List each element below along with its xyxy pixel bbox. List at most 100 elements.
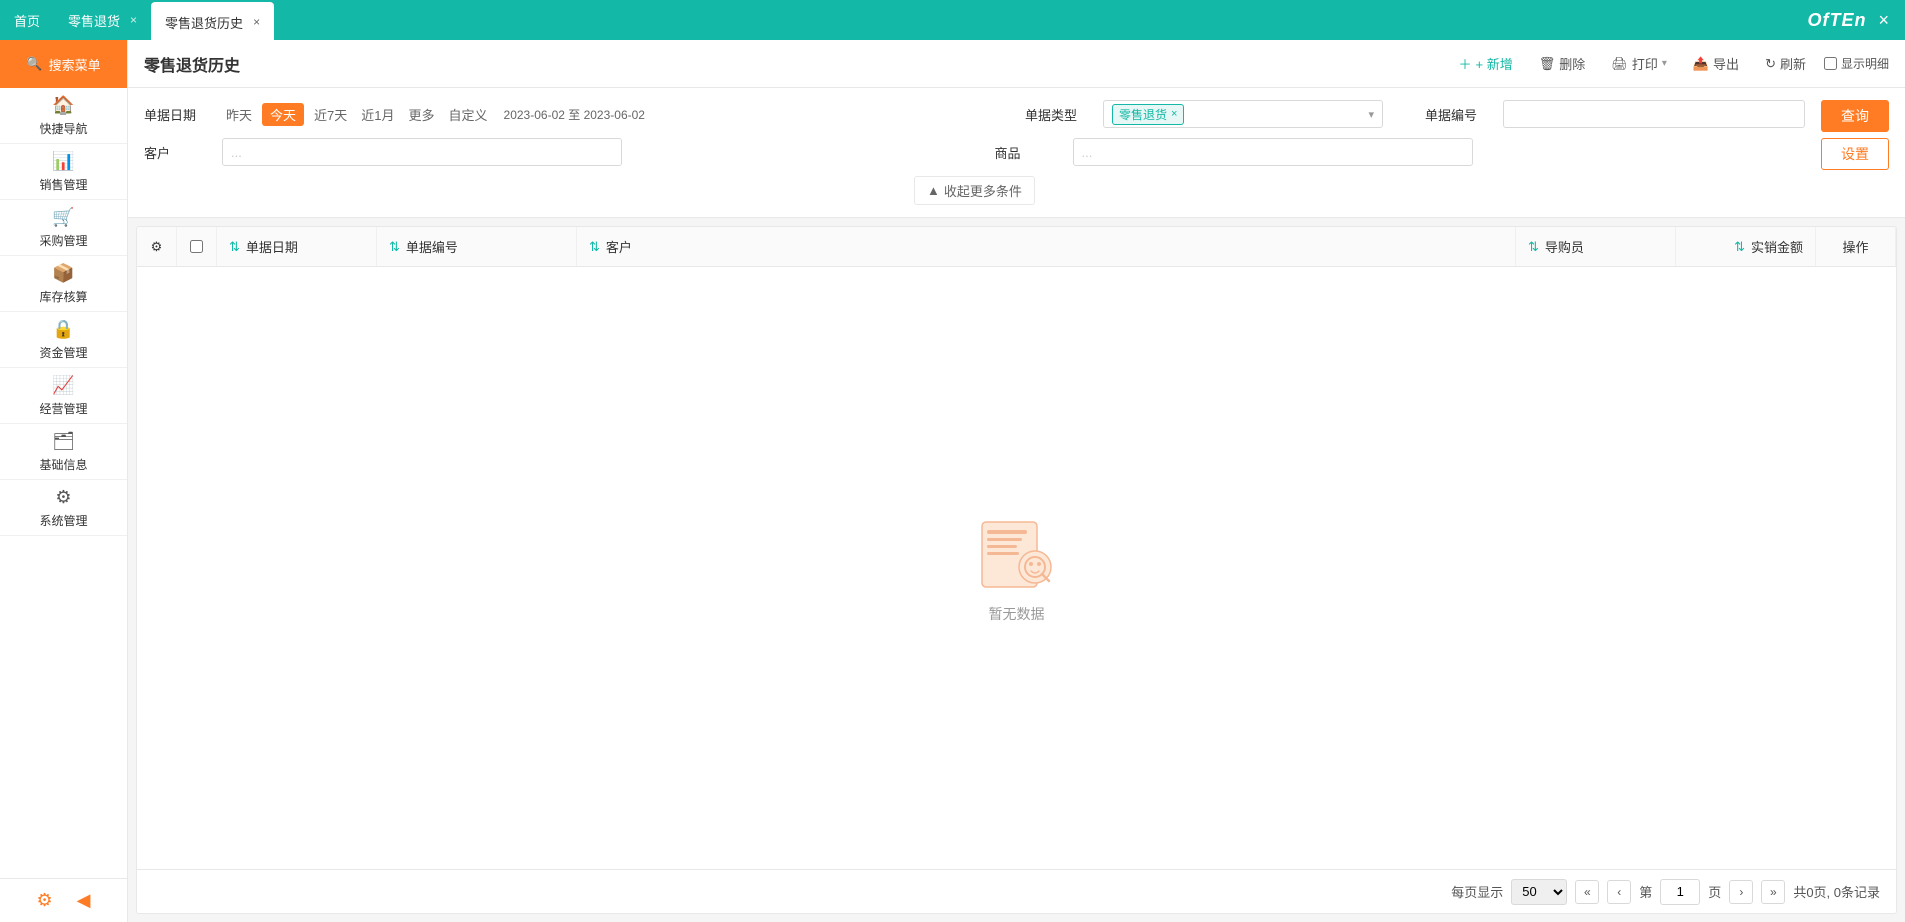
collapse-sidebar-icon[interactable]: ◀ bbox=[77, 890, 91, 911]
date-7days[interactable]: 近7天 bbox=[310, 104, 351, 125]
customer-input[interactable]: ... bbox=[222, 138, 622, 166]
retail-return-history-tab-label: 零售退货历史 bbox=[165, 13, 243, 32]
tab-retail-return[interactable]: 零售退货 × bbox=[54, 0, 151, 40]
th-amount-label: 实销金额 bbox=[1751, 237, 1803, 256]
print-icon: 🖨 bbox=[1611, 56, 1628, 72]
sidebar: 🔍 搜索菜单 🏠 快捷导航 📊 销售管理 🛒 采购管理 📦 库存核算 🔒 bbox=[0, 40, 128, 922]
sidebar-nav: 🏠 快捷导航 📊 销售管理 🛒 采购管理 📦 库存核算 🔒 资金管理 📈 bbox=[0, 88, 127, 878]
date-custom[interactable]: 自定义 bbox=[445, 104, 492, 125]
customer-ellipsis: ... bbox=[231, 145, 242, 160]
sidebar-item-finance[interactable]: 🔒 资金管理 bbox=[0, 312, 127, 368]
th-date[interactable]: ⇅ 单据日期 bbox=[217, 227, 377, 266]
voucher-type-select[interactable]: 零售退货 × ▾ bbox=[1103, 100, 1383, 128]
page-input-suffix: 页 bbox=[1708, 882, 1721, 901]
home-tab-label: 首页 bbox=[14, 11, 40, 30]
voucher-no-input[interactable] bbox=[1503, 100, 1805, 128]
last-page-icon: » bbox=[1770, 885, 1777, 899]
sidebar-item-ops[interactable]: 📈 经营管理 bbox=[0, 368, 127, 424]
sidebar-item-quick-nav[interactable]: 🏠 快捷导航 bbox=[0, 88, 127, 144]
retail-return-tab-close[interactable]: × bbox=[130, 13, 137, 27]
collapse-icon: ▲ bbox=[927, 183, 940, 198]
retail-return-tab-label: 零售退货 bbox=[68, 11, 120, 30]
date-yesterday[interactable]: 昨天 bbox=[222, 104, 256, 125]
th-action-label: 操作 bbox=[1842, 237, 1868, 256]
top-bar: 首页 零售退货 × 零售退货历史 × OfTEn × bbox=[0, 0, 1905, 40]
filter-col-goods: 商品 ... bbox=[995, 138, 1806, 166]
sys-icon: ⚙ bbox=[55, 487, 71, 508]
voucher-type-dropdown-arrow: ▾ bbox=[1368, 108, 1374, 121]
next-page-icon: › bbox=[1739, 885, 1743, 899]
show-detail-checkbox-label[interactable]: 显示明细 bbox=[1824, 55, 1889, 72]
basic-info-label: 基础信息 bbox=[39, 456, 87, 473]
pagination: 每页显示 50 10 20 100 « ‹ 第 页 › bbox=[137, 869, 1896, 913]
tab-retail-return-history[interactable]: 零售退货历史 × bbox=[151, 2, 274, 42]
sidebar-bottom: ⚙ ◀ bbox=[0, 878, 127, 922]
first-page-btn[interactable]: « bbox=[1575, 880, 1599, 904]
voucher-type-tag-close[interactable]: × bbox=[1171, 108, 1177, 120]
filter-settings-button[interactable]: 设置 bbox=[1821, 138, 1889, 170]
goods-input[interactable]: ... bbox=[1073, 138, 1473, 166]
sidebar-item-purchase-mgmt[interactable]: 🛒 采购管理 bbox=[0, 200, 127, 256]
filter-row-1: 单据日期 昨天 今天 近7天 近1月 更多 自定义 2023-06-02 至 2… bbox=[144, 100, 1805, 128]
inventory-icon: 📦 bbox=[52, 263, 74, 284]
quick-nav-label: 快捷导航 bbox=[39, 120, 87, 137]
prev-page-btn[interactable]: ‹ bbox=[1607, 880, 1631, 904]
sort-icon-guide: ⇅ bbox=[1528, 239, 1539, 255]
search-icon: 🔍 bbox=[26, 56, 42, 72]
sidebar-item-inventory[interactable]: 📦 库存核算 bbox=[0, 256, 127, 312]
th-customer-label: 客户 bbox=[606, 237, 632, 256]
voucher-no-label: 单据编号 bbox=[1425, 105, 1495, 124]
collapse-filter-btn[interactable]: ▲ 收起更多条件 bbox=[914, 176, 1035, 205]
voucher-date-label: 单据日期 bbox=[144, 105, 214, 124]
export-label: 导出 bbox=[1713, 54, 1739, 73]
finance-label: 资金管理 bbox=[39, 344, 87, 361]
retail-return-history-tab-close[interactable]: × bbox=[253, 15, 260, 29]
purchase-label: 采购管理 bbox=[39, 232, 87, 249]
date-1month[interactable]: 近1月 bbox=[357, 104, 398, 125]
th-amount[interactable]: ⇅ 实销金额 bbox=[1676, 227, 1816, 266]
refresh-button[interactable]: ↻ 刷新 bbox=[1757, 50, 1814, 77]
last-page-btn[interactable]: » bbox=[1761, 880, 1785, 904]
date-shortcuts: 昨天 今天 近7天 近1月 更多 自定义 bbox=[222, 103, 492, 126]
refresh-icon: ↻ bbox=[1765, 56, 1776, 72]
sidebar-item-sales-mgmt[interactable]: 📊 销售管理 bbox=[0, 144, 127, 200]
th-voucher-label: 单据编号 bbox=[406, 237, 458, 256]
total-records: 共0页, 0条记录 bbox=[1793, 882, 1880, 901]
date-more[interactable]: 更多 bbox=[405, 104, 439, 125]
prev-page-icon: ‹ bbox=[1617, 885, 1621, 899]
th-check[interactable] bbox=[177, 227, 217, 266]
show-detail-checkbox[interactable] bbox=[1824, 57, 1837, 70]
th-settings[interactable]: ⚙ bbox=[137, 227, 177, 266]
table-container: ⚙ ⇅ 单据日期 ⇅ 单据编号 ⇅ 客户 ⇅ bbox=[136, 226, 1897, 914]
filter-col-customer: 客户 ... bbox=[144, 138, 955, 166]
sidebar-item-sys-mgmt[interactable]: ⚙ 系统管理 bbox=[0, 480, 127, 536]
basic-info-icon: 🗂 bbox=[52, 431, 75, 452]
sidebar-item-basic-info[interactable]: 🗂 基础信息 bbox=[0, 424, 127, 480]
th-guide[interactable]: ⇅ 导购员 bbox=[1516, 227, 1676, 266]
sidebar-search[interactable]: 🔍 搜索菜单 bbox=[0, 40, 127, 88]
new-label: + 新增 bbox=[1476, 54, 1513, 73]
tab-home[interactable]: 首页 bbox=[0, 0, 54, 40]
next-page-btn[interactable]: › bbox=[1729, 880, 1753, 904]
sort-icon-amount: ⇅ bbox=[1734, 239, 1745, 255]
show-detail-label: 显示明细 bbox=[1841, 55, 1889, 72]
th-guide-label: 导购员 bbox=[1545, 237, 1584, 256]
date-today[interactable]: 今天 bbox=[262, 103, 304, 126]
window-close-btn[interactable]: × bbox=[1878, 10, 1889, 31]
delete-button[interactable]: 🗑 删除 bbox=[1531, 50, 1594, 77]
settings-bottom-icon[interactable]: ⚙ bbox=[37, 890, 53, 911]
query-button[interactable]: 查询 bbox=[1821, 100, 1889, 132]
th-customer[interactable]: ⇅ 客户 bbox=[577, 227, 1516, 266]
select-all-checkbox[interactable] bbox=[190, 240, 203, 253]
th-voucher[interactable]: ⇅ 单据编号 bbox=[377, 227, 577, 266]
export-icon: 📤 bbox=[1693, 56, 1709, 72]
per-page-select[interactable]: 50 10 20 100 bbox=[1511, 879, 1567, 905]
export-button[interactable]: 📤 导出 bbox=[1685, 50, 1747, 77]
print-label: 打印 bbox=[1632, 54, 1658, 73]
filter-action-buttons: 查询 设置 bbox=[1821, 100, 1889, 209]
print-button[interactable]: 🖨 打印 ▾ bbox=[1603, 50, 1675, 77]
delete-label: 删除 bbox=[1559, 54, 1585, 73]
finance-icon: 🔒 bbox=[52, 319, 74, 340]
page-number-input[interactable] bbox=[1660, 879, 1700, 905]
new-button[interactable]: ＋ + 新增 bbox=[1451, 50, 1521, 77]
